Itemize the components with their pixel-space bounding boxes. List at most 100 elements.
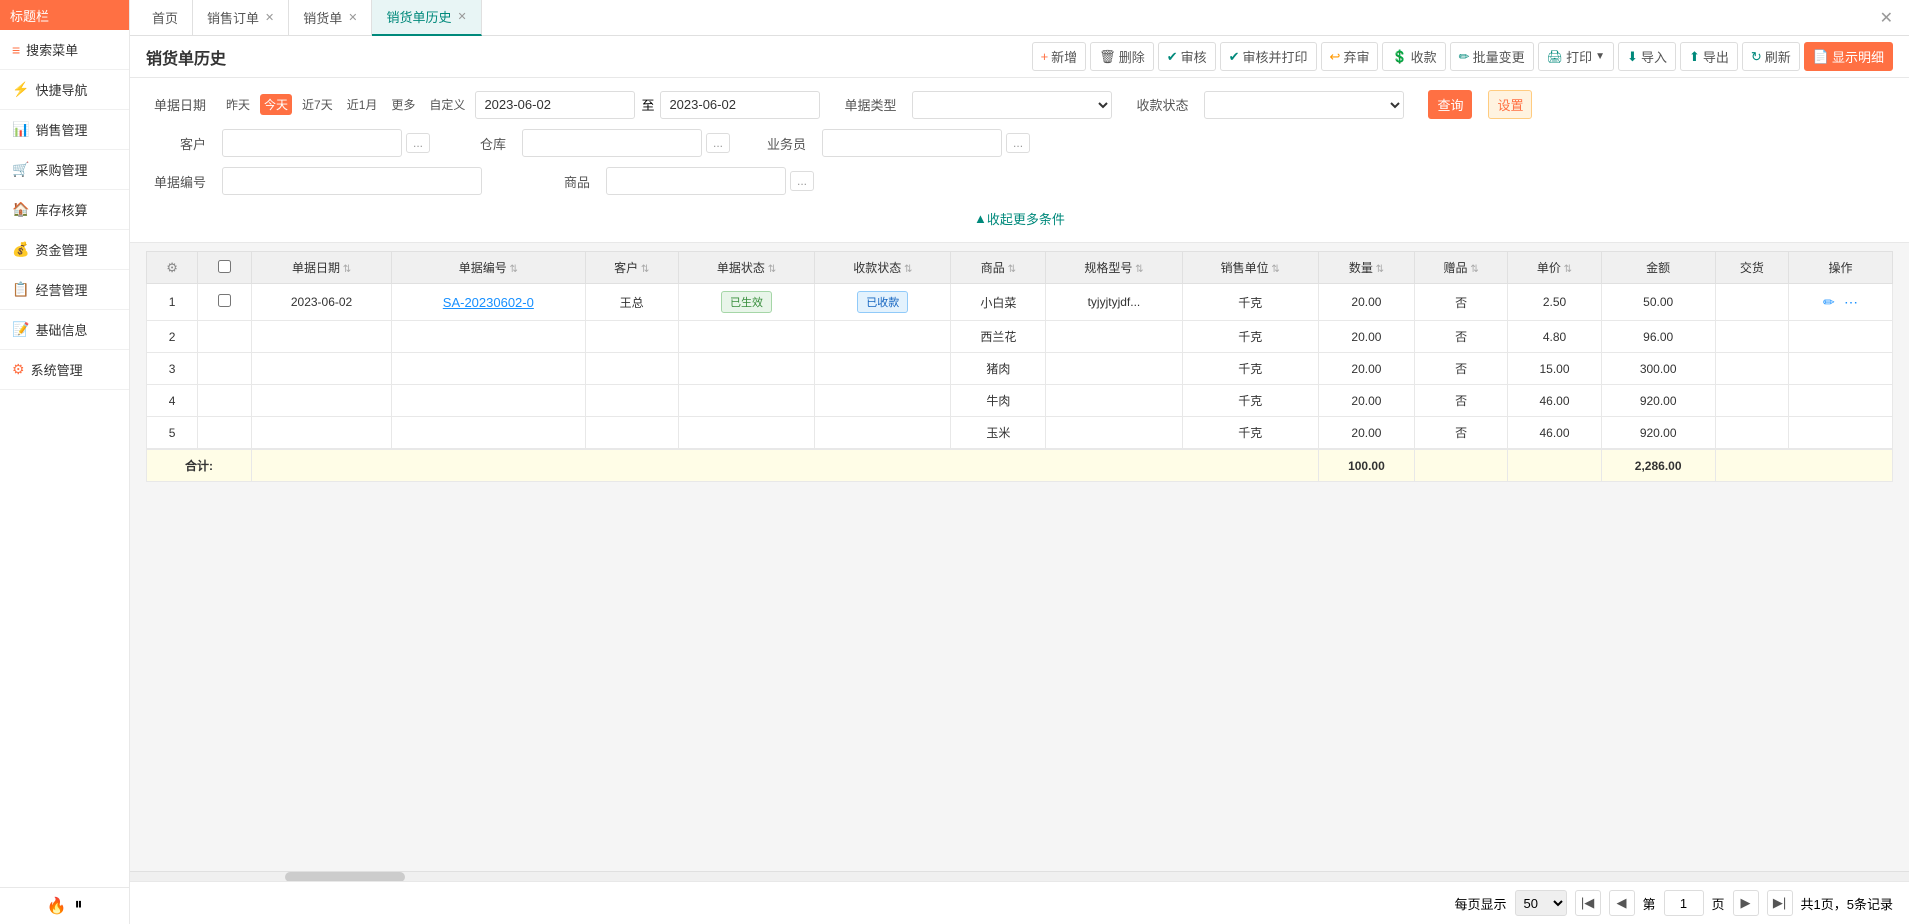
row5-customer xyxy=(585,417,678,450)
collapse-filter-btn[interactable]: ▲ 收起更多条件 xyxy=(146,205,1893,232)
row5-payment-status xyxy=(815,417,951,450)
row1-more-btn[interactable]: ⋯ xyxy=(1844,294,1858,310)
row5-date xyxy=(251,417,391,450)
col-spec[interactable]: 规格型号 xyxy=(1046,252,1182,284)
product-input[interactable] xyxy=(606,167,786,195)
sidebar-item-sales-mgmt[interactable]: 📊 销售管理 xyxy=(0,110,129,150)
col-sales-unit[interactable]: 销售单位 xyxy=(1182,252,1318,284)
sidebar-item-sys-mgmt[interactable]: ⚙ 系统管理 xyxy=(0,350,129,390)
row2-checkbox[interactable] xyxy=(198,321,252,353)
sidebar-item-purchase-mgmt[interactable]: 🛒 采购管理 xyxy=(0,150,129,190)
total-records: 共1页，5条记录 xyxy=(1801,894,1893,913)
prev-page-btn[interactable]: ◀ xyxy=(1609,890,1635,916)
next-page-btn[interactable]: ▶ xyxy=(1733,890,1759,916)
salesperson-input[interactable] xyxy=(822,129,1002,157)
close-all-tabs[interactable]: ✕ xyxy=(1872,8,1901,28)
page-size-select[interactable]: 50 100 200 xyxy=(1515,890,1567,916)
sidebar-item-search-menu[interactable]: ≡ 搜索菜单 xyxy=(0,30,129,70)
audit-icon: ✔ xyxy=(1167,49,1178,65)
doc-no-input[interactable] xyxy=(222,167,482,195)
col-customer[interactable]: 客户 xyxy=(585,252,678,284)
tab-sales-history-label: 销货单历史 xyxy=(386,7,451,26)
page-label-post: 页 xyxy=(1712,894,1725,913)
import-button[interactable]: ⬇ 导入 xyxy=(1618,42,1676,71)
col-doc-no[interactable]: 单据编号 xyxy=(392,252,585,284)
date-from-input[interactable] xyxy=(475,91,635,119)
row1-select[interactable] xyxy=(218,294,231,307)
col-product[interactable]: 商品 xyxy=(951,252,1046,284)
export-icon: ⬆ xyxy=(1689,49,1700,65)
first-page-btn[interactable]: |◀ xyxy=(1575,890,1601,916)
abandon-button[interactable]: ↩ 弃审 xyxy=(1321,42,1379,71)
delete-icon: 🗑 xyxy=(1099,49,1116,65)
salesperson-ellipsis[interactable]: ... xyxy=(1006,133,1030,153)
last-page-btn[interactable]: ▶| xyxy=(1767,890,1793,916)
sidebar-item-funds-mgmt[interactable]: 💰 资金管理 xyxy=(0,230,129,270)
horizontal-scrollbar[interactable] xyxy=(130,871,1909,881)
tab-sales-order-close[interactable]: ✕ xyxy=(265,11,274,24)
col-qty[interactable]: 数量 xyxy=(1318,252,1414,284)
col-payment-status[interactable]: 收款状态 xyxy=(815,252,951,284)
collect-button[interactable]: 💲 收款 xyxy=(1382,42,1445,71)
customer-ellipsis[interactable]: ... xyxy=(406,133,430,153)
show-detail-button[interactable]: 📄 显示明细 xyxy=(1804,42,1893,71)
col-settings[interactable]: ⚙ xyxy=(147,252,198,284)
tab-sales-delivery-close[interactable]: ✕ xyxy=(348,11,357,24)
date-to-input[interactable] xyxy=(660,91,820,119)
page-number-input[interactable] xyxy=(1664,890,1704,916)
tab-sales-delivery[interactable]: 销货单 ✕ xyxy=(289,0,372,36)
shortcut-today[interactable]: 今天 xyxy=(260,94,292,115)
payment-status-select[interactable] xyxy=(1204,91,1404,119)
row1-doc-no-link[interactable]: SA-20230602-0 xyxy=(443,295,534,310)
shortcut-yesterday[interactable]: 昨天 xyxy=(222,94,254,115)
row1-edit-btn[interactable]: ✏ xyxy=(1823,294,1835,310)
inventory-icon: 🏠 xyxy=(12,201,29,218)
refresh-button[interactable]: ↻ 刷新 xyxy=(1742,42,1800,71)
batch-change-button[interactable]: ✏ 批量变更 xyxy=(1450,42,1534,71)
audit-button[interactable]: ✔ 审核 xyxy=(1158,42,1216,71)
col-date[interactable]: 单据日期 xyxy=(251,252,391,284)
settings-button[interactable]: 设置 xyxy=(1488,90,1532,119)
row5-unit-price: 46.00 xyxy=(1508,417,1601,450)
product-label: 商品 xyxy=(530,172,590,191)
row4-checkbox[interactable] xyxy=(198,385,252,417)
tab-home[interactable]: 首页 xyxy=(138,0,193,36)
doc-type-select[interactable] xyxy=(912,91,1112,119)
query-button[interactable]: 查询 xyxy=(1428,90,1472,119)
col-doc-status[interactable]: 单据状态 xyxy=(678,252,814,284)
sidebar-item-basic-info[interactable]: 📝 基础信息 xyxy=(0,310,129,350)
new-button[interactable]: + 新增 xyxy=(1032,42,1087,71)
tab-sales-history-close[interactable]: ✕ xyxy=(458,10,467,23)
sidebar-item-ops-mgmt[interactable]: 📋 经营管理 xyxy=(0,270,129,310)
customer-input[interactable] xyxy=(222,129,402,157)
tab-sales-history[interactable]: 销货单历史 ✕ xyxy=(372,0,481,36)
warehouse-input[interactable] xyxy=(522,129,702,157)
warehouse-ellipsis[interactable]: ... xyxy=(706,133,730,153)
row1-checkbox[interactable] xyxy=(198,284,252,321)
sidebar-item-quick-nav[interactable]: ⚡ 快捷导航 xyxy=(0,70,129,110)
product-ellipsis[interactable]: ... xyxy=(790,171,814,191)
print-button[interactable]: 🖨 打印 ▼ xyxy=(1538,42,1614,71)
export-button[interactable]: ⬆ 导出 xyxy=(1680,42,1738,71)
row1-doc-no[interactable]: SA-20230602-0 xyxy=(392,284,585,321)
shortcut-more[interactable]: 更多 xyxy=(387,94,419,115)
fire-icon[interactable]: 🔥 xyxy=(47,896,67,916)
row2-customer xyxy=(585,321,678,353)
sidebar-item-inventory[interactable]: 🏠 库存核算 xyxy=(0,190,129,230)
row1-action: ✏ ⋯ xyxy=(1789,284,1893,321)
audit-print-button[interactable]: ✔ 审核并打印 xyxy=(1220,42,1317,71)
select-all-checkbox[interactable] xyxy=(218,260,231,273)
shortcut-1month[interactable]: 近1月 xyxy=(343,94,382,115)
table-settings-icon[interactable]: ⚙ xyxy=(166,260,178,275)
tab-sales-order[interactable]: 销售订单 ✕ xyxy=(193,0,289,36)
shortcut-7days[interactable]: 近7天 xyxy=(298,94,337,115)
summary-row: 合计: 100.00 2,286.00 xyxy=(147,449,1893,482)
delete-button[interactable]: 🗑 删除 xyxy=(1090,42,1154,71)
row3-checkbox[interactable] xyxy=(198,353,252,385)
col-gift[interactable]: 赠品 xyxy=(1414,252,1507,284)
pause-icon[interactable]: ⏸ xyxy=(74,896,82,916)
sidebar-item-label: 采购管理 xyxy=(35,160,87,179)
row5-checkbox[interactable] xyxy=(198,417,252,450)
shortcut-custom[interactable]: 自定义 xyxy=(425,94,469,115)
col-unit-price[interactable]: 单价 xyxy=(1508,252,1601,284)
